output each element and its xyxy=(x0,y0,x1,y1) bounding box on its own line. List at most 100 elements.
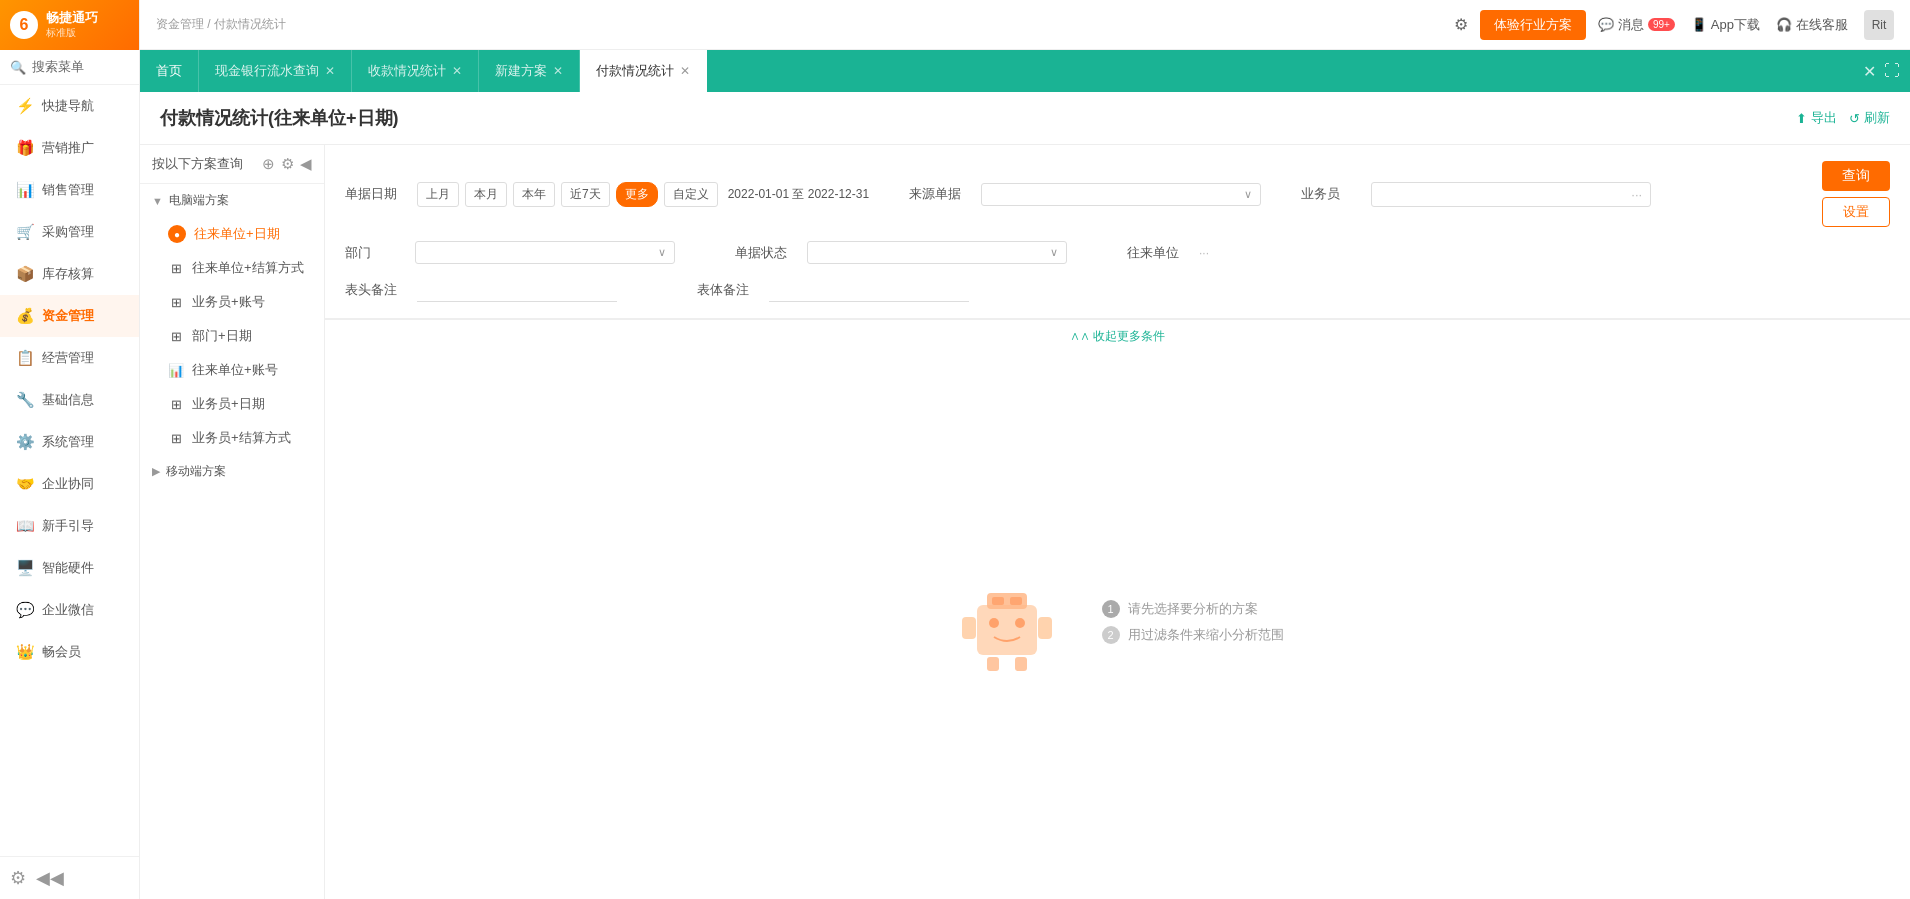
sidebar: 6 畅捷通巧 标准版 🔍 搜索菜单 ⚡ 快捷导航 🎁 营销推广 📊 销售管理 🛒… xyxy=(0,0,140,899)
sidebar-item-enterprise[interactable]: 🤝 企业协同 xyxy=(0,463,139,505)
topbar-settings-icon[interactable]: ⚙ xyxy=(1454,15,1468,34)
svg-point-9 xyxy=(1015,618,1025,628)
scheme-item-staff-date[interactable]: ⊞ 业务员+日期 xyxy=(140,387,324,421)
date-btn-this-year[interactable]: 本年 xyxy=(513,182,555,207)
date-btn-more[interactable]: 更多 xyxy=(616,182,658,207)
sidebar-item-label: 库存核算 xyxy=(42,265,94,283)
hint-text-1: 请先选择要分析的方案 xyxy=(1128,600,1258,618)
online-service-btn[interactable]: 🎧 在线客服 xyxy=(1776,16,1848,34)
logo-sub: 标准版 xyxy=(46,26,98,40)
doc-status-select[interactable]: ∨ xyxy=(807,241,1067,264)
collapse-bar[interactable]: ∧∧ 收起更多条件 xyxy=(325,319,1910,353)
logo-text: 畅捷通巧 xyxy=(46,10,98,26)
date-btn-7days[interactable]: 近7天 xyxy=(561,182,610,207)
scheme-desktop-section[interactable]: ▼ 电脑端方案 xyxy=(140,184,324,217)
sidebar-nav: ⚡ 快捷导航 🎁 营销推广 📊 销售管理 🛒 采购管理 📦 库存核算 💰 资金管… xyxy=(0,85,139,856)
tab-bank-flow-close[interactable]: ✕ xyxy=(325,64,335,78)
tab-bank-flow[interactable]: 现金银行流水查询 ✕ xyxy=(199,50,352,92)
source-select[interactable]: ∨ xyxy=(981,183,1261,206)
query-btn[interactable]: 查询 xyxy=(1822,161,1890,191)
topbar-right: 💬 消息 99+ 📱 App下载 🎧 在线客服 Rit xyxy=(1598,10,1894,40)
phone-icon: 📱 xyxy=(1691,17,1707,32)
svg-rect-3 xyxy=(1010,597,1022,605)
tab-close-all-icon[interactable]: ✕ xyxy=(1863,62,1876,81)
date-btn-custom[interactable]: 自定义 xyxy=(664,182,718,207)
company-field: ··· xyxy=(1199,246,1890,260)
scheme-item-label: 部门+日期 xyxy=(192,327,252,345)
svg-rect-4 xyxy=(962,617,976,639)
sidebar-bottom: ⚙ ◀◀ xyxy=(0,856,139,899)
sidebar-item-label: 营销推广 xyxy=(42,139,94,157)
sidebar-item-quick-nav[interactable]: ⚡ 快捷导航 xyxy=(0,85,139,127)
app-download-btn[interactable]: 📱 App下载 xyxy=(1691,16,1760,34)
dept-select[interactable]: ∨ xyxy=(415,241,675,264)
tab-payment-stat[interactable]: 付款情况统计 ✕ xyxy=(580,50,707,92)
sidebar-search[interactable]: 🔍 搜索菜单 xyxy=(0,50,139,85)
sidebar-item-operation[interactable]: 📋 经营管理 xyxy=(0,337,139,379)
scheme-item-company-date[interactable]: ● 往来单位+日期 xyxy=(140,217,324,251)
settings-btn[interactable]: 设置 xyxy=(1822,197,1890,227)
sidebar-item-guide[interactable]: 📖 新手引导 xyxy=(0,505,139,547)
scheme-item-staff-account[interactable]: ⊞ 业务员+账号 xyxy=(140,285,324,319)
company-label: 往来单位 xyxy=(1127,244,1179,262)
wechat-icon: 💬 xyxy=(16,601,34,619)
scheme-add-icon[interactable]: ⊕ xyxy=(262,155,275,173)
scheme-item-company-settle[interactable]: ⊞ 往来单位+结算方式 xyxy=(140,251,324,285)
scheme-collapse-icon[interactable]: ◀ xyxy=(300,155,312,173)
main-content: 资金管理 / 付款情况统计 ⚙ 体验行业方案 💬 消息 99+ 📱 App下载 … xyxy=(140,0,1910,899)
sidebar-item-sales[interactable]: 📊 销售管理 xyxy=(0,169,139,211)
svg-rect-6 xyxy=(987,657,999,671)
message-label: 消息 xyxy=(1618,16,1644,34)
tab-new-scheme-close[interactable]: ✕ xyxy=(553,64,563,78)
btn-group: 查询 设置 xyxy=(1822,161,1890,227)
sidebar-logo: 6 畅捷通巧 标准版 xyxy=(0,0,139,50)
user-avatar[interactable]: Rit xyxy=(1864,10,1894,40)
export-btn[interactable]: ⬆ 导出 xyxy=(1796,109,1837,127)
search-icon: 🔍 xyxy=(10,60,26,75)
tab-receipt-close[interactable]: ✕ xyxy=(452,64,462,78)
scheme-settings-icon[interactable]: ⚙ xyxy=(281,155,294,173)
head-note-input[interactable] xyxy=(417,278,617,302)
scheme-item-label: 业务员+账号 xyxy=(192,293,265,311)
settings-bottom-icon[interactable]: ⚙ xyxy=(10,867,26,889)
user-name: Rit xyxy=(1872,18,1887,32)
sidebar-item-member[interactable]: 👑 畅会员 xyxy=(0,631,139,673)
app-download-label: App下载 xyxy=(1711,16,1760,34)
sidebar-item-finance[interactable]: 💰 资金管理 xyxy=(0,295,139,337)
sidebar-item-hardware[interactable]: 🖥️ 智能硬件 xyxy=(0,547,139,589)
scheme-item-dept-date[interactable]: ⊞ 部门+日期 xyxy=(140,319,324,353)
sidebar-item-inventory[interactable]: 📦 库存核算 xyxy=(0,253,139,295)
enterprise-icon: 🤝 xyxy=(16,475,34,493)
tab-receipt-stat[interactable]: 收款情况统计 ✕ xyxy=(352,50,479,92)
tab-expand-icon[interactable]: ⛶ xyxy=(1884,62,1900,80)
sidebar-item-marketing[interactable]: 🎁 营销推广 xyxy=(0,127,139,169)
tab-home[interactable]: 首页 xyxy=(140,50,199,92)
collapse-label: 收起更多条件 xyxy=(1093,329,1165,343)
hint-num-1: 1 xyxy=(1102,600,1120,618)
staff-select[interactable]: ··· xyxy=(1371,182,1651,207)
svg-rect-7 xyxy=(1015,657,1027,671)
scheme-item-label: 往来单位+账号 xyxy=(192,361,278,379)
scheme-mobile-section[interactable]: ▶ 移动端方案 xyxy=(140,455,324,488)
collapse-sidebar-icon[interactable]: ◀◀ xyxy=(36,867,64,889)
scheme-grid-icon-4: ⊞ xyxy=(168,396,184,412)
sidebar-item-wechat[interactable]: 💬 企业微信 xyxy=(0,589,139,631)
search-label: 搜索菜单 xyxy=(32,58,84,76)
scheme-item-staff-settle[interactable]: ⊞ 业务员+结算方式 xyxy=(140,421,324,455)
export-icon: ⬆ xyxy=(1796,111,1807,126)
hint-num-2: 2 xyxy=(1102,626,1120,644)
scheme-item-company-account[interactable]: 📊 往来单位+账号 xyxy=(140,353,324,387)
refresh-label: 刷新 xyxy=(1864,109,1890,127)
body-note-input[interactable] xyxy=(769,278,969,302)
refresh-btn[interactable]: ↺ 刷新 xyxy=(1849,109,1890,127)
sidebar-item-basic[interactable]: 🔧 基础信息 xyxy=(0,379,139,421)
message-badge: 99+ xyxy=(1648,18,1675,31)
tab-new-scheme[interactable]: 新建方案 ✕ xyxy=(479,50,580,92)
sidebar-item-system[interactable]: ⚙️ 系统管理 xyxy=(0,421,139,463)
message-btn[interactable]: 💬 消息 99+ xyxy=(1598,16,1675,34)
date-btn-last-month[interactable]: 上月 xyxy=(417,182,459,207)
trial-btn[interactable]: 体验行业方案 xyxy=(1480,10,1586,40)
sidebar-item-purchase[interactable]: 🛒 采购管理 xyxy=(0,211,139,253)
date-btn-this-month[interactable]: 本月 xyxy=(465,182,507,207)
tab-payment-close[interactable]: ✕ xyxy=(680,64,690,78)
